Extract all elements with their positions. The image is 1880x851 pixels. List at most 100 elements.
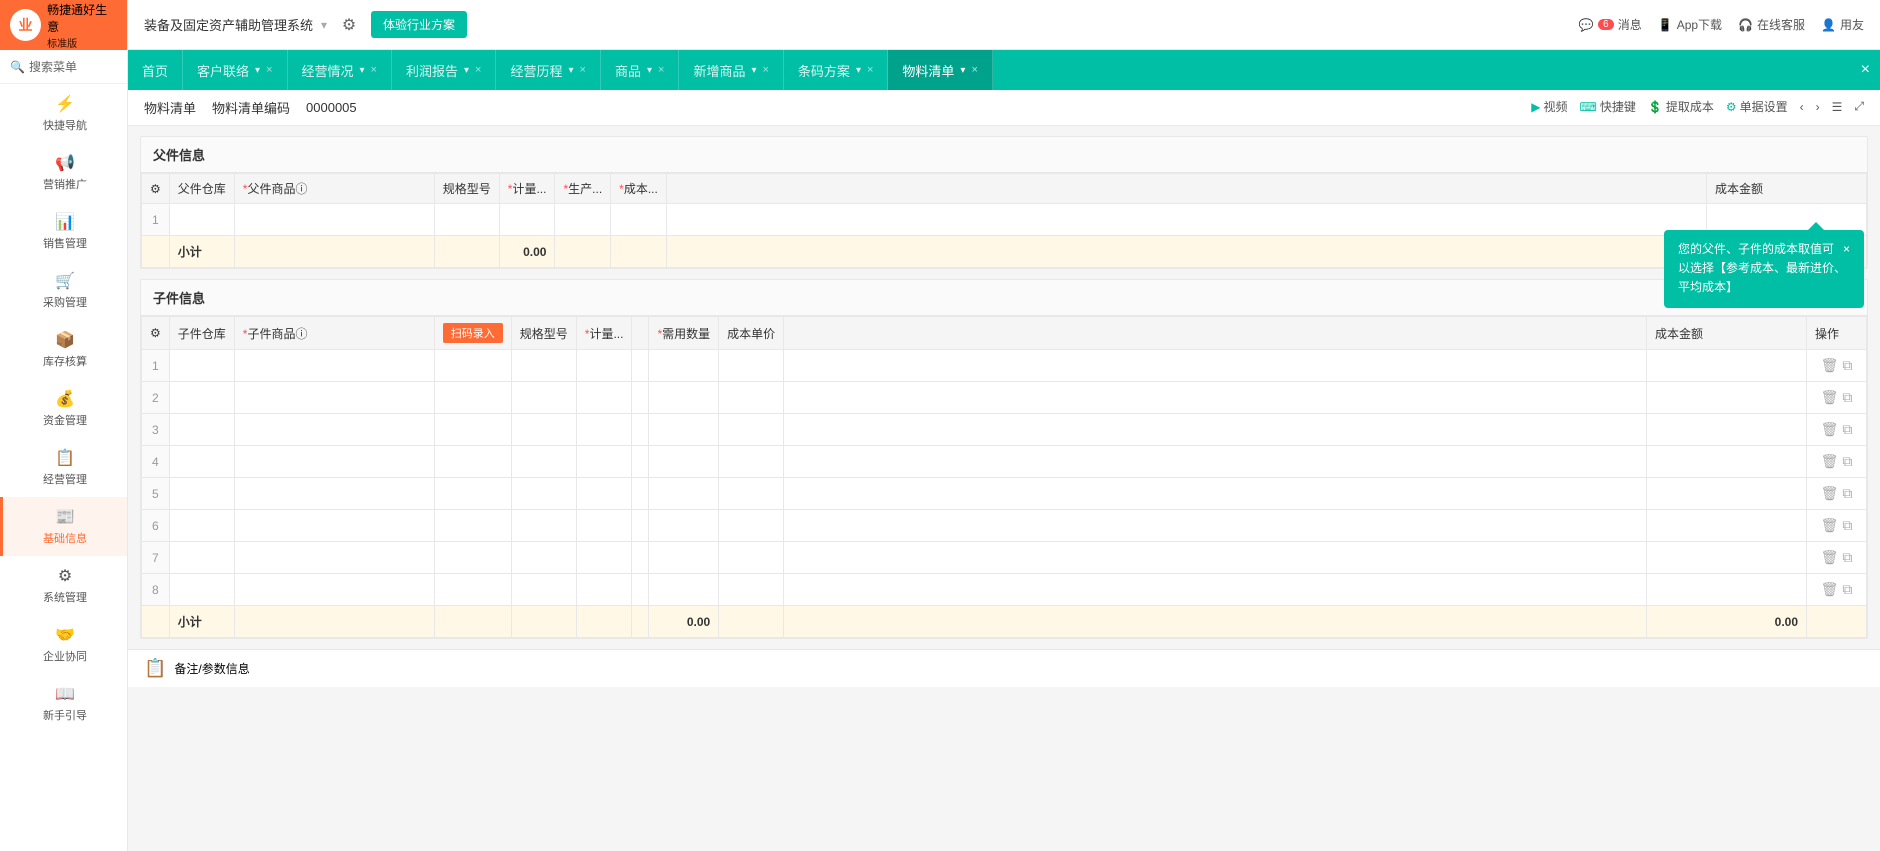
- child-cell-spec-4[interactable]: [511, 446, 576, 478]
- child-cell-qty-3[interactable]: [649, 414, 719, 446]
- child-cell-goods-1[interactable]: [234, 350, 434, 382]
- child-cell-spec-7[interactable]: [511, 542, 576, 574]
- child-cell-unitcost-3[interactable]: [719, 414, 784, 446]
- child-cell-unit-4[interactable]: [576, 446, 632, 478]
- tab-customer[interactable]: 客户联络 ▾ ×: [183, 50, 287, 90]
- tooltip-close-button[interactable]: ×: [1843, 240, 1850, 259]
- extract-cost-button[interactable]: 💲 提取成本: [1648, 98, 1714, 115]
- customer-service-button[interactable]: 🎧 在线客服: [1738, 16, 1805, 33]
- nav-prev-button[interactable]: ‹: [1800, 100, 1804, 114]
- child-cell-goods-7[interactable]: [234, 542, 434, 574]
- parent-cell-unit-1[interactable]: [499, 204, 555, 236]
- child-cell-unit-1[interactable]: [576, 350, 632, 382]
- parent-cell-goods-1[interactable]: [234, 204, 434, 236]
- child-cell-scan-3[interactable]: [434, 414, 511, 446]
- child-cell-warehouse-3[interactable]: [169, 414, 234, 446]
- child-cell-qty-2[interactable]: [649, 382, 719, 414]
- tab-barcode[interactable]: 条码方案 ▾ ×: [784, 50, 888, 90]
- child-cell-scan-8[interactable]: [434, 574, 511, 606]
- child-cell-unitcost-2[interactable]: [719, 382, 784, 414]
- child-cell-scan-4[interactable]: [434, 446, 511, 478]
- copy-icon[interactable]: ⧉: [1842, 517, 1852, 534]
- child-cell-unitcost-6[interactable]: [719, 510, 784, 542]
- tab-add-goods[interactable]: 新增商品 ▾ ×: [679, 50, 783, 90]
- child-cell-unitcost-1[interactable]: [719, 350, 784, 382]
- nav-next-button[interactable]: ›: [1816, 100, 1820, 114]
- delete-icon[interactable]: 🗑: [1821, 421, 1839, 438]
- child-cell-warehouse-7[interactable]: [169, 542, 234, 574]
- child-cell-qty-7[interactable]: [649, 542, 719, 574]
- parent-cell-cost-1[interactable]: [611, 204, 667, 236]
- close-icon[interactable]: ×: [475, 64, 481, 76]
- child-cell-spec-3[interactable]: [511, 414, 576, 446]
- sidebar-item-marketing[interactable]: 📢 营销推广: [0, 143, 127, 202]
- tab-history[interactable]: 经营历程 ▾ ×: [496, 50, 600, 90]
- child-cell-warehouse-8[interactable]: [169, 574, 234, 606]
- copy-icon[interactable]: ⧉: [1842, 357, 1852, 374]
- parent-cell-spec-1[interactable]: [434, 204, 499, 236]
- close-icon[interactable]: ×: [762, 64, 768, 76]
- close-icon[interactable]: ×: [971, 64, 977, 76]
- view-video-button[interactable]: ▶ 视频: [1531, 98, 1567, 115]
- close-icon[interactable]: ×: [371, 64, 377, 76]
- child-cell-scan-1[interactable]: [434, 350, 511, 382]
- child-cell-unit-7[interactable]: [576, 542, 632, 574]
- tab-bom[interactable]: 物料清单 ▾ ×: [888, 50, 992, 90]
- sidebar-item-basic-info[interactable]: 📰 基础信息: [0, 497, 127, 556]
- scan-input-button[interactable]: 扫码录入: [443, 323, 503, 343]
- fullscreen-button[interactable]: ⤢: [1854, 99, 1864, 114]
- sidebar-item-enterprise[interactable]: 🤝 企业协同: [0, 615, 127, 674]
- child-cell-warehouse-5[interactable]: [169, 478, 234, 510]
- child-cell-unitcost-7[interactable]: [719, 542, 784, 574]
- child-cell-scan-5[interactable]: [434, 478, 511, 510]
- copy-icon[interactable]: ⧉: [1842, 389, 1852, 406]
- child-cell-spec-1[interactable]: [511, 350, 576, 382]
- sidebar-item-quick-nav[interactable]: ⚡ 快捷导航: [0, 84, 127, 143]
- message-button[interactable]: 💬 6 消息: [1579, 16, 1642, 33]
- close-all-tabs-button[interactable]: ×: [1851, 61, 1880, 79]
- dropdown-icon[interactable]: ▾: [321, 18, 327, 32]
- child-cell-unitcost-8[interactable]: [719, 574, 784, 606]
- child-cell-scan-6[interactable]: [434, 510, 511, 542]
- child-cell-unit-3[interactable]: [576, 414, 632, 446]
- child-cell-warehouse-1[interactable]: [169, 350, 234, 382]
- child-cell-qty-1[interactable]: [649, 350, 719, 382]
- copy-icon[interactable]: ⧉: [1842, 485, 1852, 502]
- tab-home[interactable]: 首页: [128, 50, 183, 90]
- delete-icon[interactable]: 🗑: [1821, 357, 1839, 374]
- child-cell-goods-5[interactable]: [234, 478, 434, 510]
- settings-button[interactable]: ⚙: [335, 11, 363, 39]
- list-view-button[interactable]: ☰: [1832, 100, 1843, 114]
- parent-col-settings[interactable]: ⚙: [142, 174, 170, 204]
- child-cell-scan-2[interactable]: [434, 382, 511, 414]
- sidebar-item-sales[interactable]: 📊 销售管理: [0, 202, 127, 261]
- child-cell-unit-5[interactable]: [576, 478, 632, 510]
- sidebar-item-operations[interactable]: 📋 经营管理: [0, 438, 127, 497]
- delete-icon[interactable]: 🗑: [1821, 485, 1839, 502]
- child-cell-spec-6[interactable]: [511, 510, 576, 542]
- close-icon[interactable]: ×: [580, 64, 586, 76]
- close-icon[interactable]: ×: [867, 64, 873, 76]
- child-cell-goods-3[interactable]: [234, 414, 434, 446]
- child-col-scan[interactable]: 扫码录入: [434, 317, 511, 350]
- copy-icon[interactable]: ⧉: [1842, 549, 1852, 566]
- user-menu-button[interactable]: 👤 用友: [1821, 16, 1864, 33]
- child-cell-goods-2[interactable]: [234, 382, 434, 414]
- delete-icon[interactable]: 🗑: [1821, 453, 1839, 470]
- copy-icon[interactable]: ⧉: [1842, 421, 1852, 438]
- child-cell-scan-7[interactable]: [434, 542, 511, 574]
- child-cell-unit-6[interactable]: [576, 510, 632, 542]
- sidebar-item-finance[interactable]: 💰 资金管理: [0, 379, 127, 438]
- breadcrumb-bom-list[interactable]: 物料清单: [144, 98, 196, 117]
- child-cell-spec-5[interactable]: [511, 478, 576, 510]
- sidebar-item-purchase[interactable]: 🛒 采购管理: [0, 261, 127, 320]
- child-cell-warehouse-6[interactable]: [169, 510, 234, 542]
- parent-cell-produce-1[interactable]: [555, 204, 611, 236]
- child-cell-warehouse-2[interactable]: [169, 382, 234, 414]
- tab-operations[interactable]: 经营情况 ▾ ×: [288, 50, 392, 90]
- child-cell-warehouse-4[interactable]: [169, 446, 234, 478]
- child-cell-goods-8[interactable]: [234, 574, 434, 606]
- copy-icon[interactable]: ⧉: [1842, 453, 1852, 470]
- search-menu-item[interactable]: 🔍 搜索菜单: [0, 50, 127, 84]
- delete-icon[interactable]: 🗑: [1821, 549, 1839, 566]
